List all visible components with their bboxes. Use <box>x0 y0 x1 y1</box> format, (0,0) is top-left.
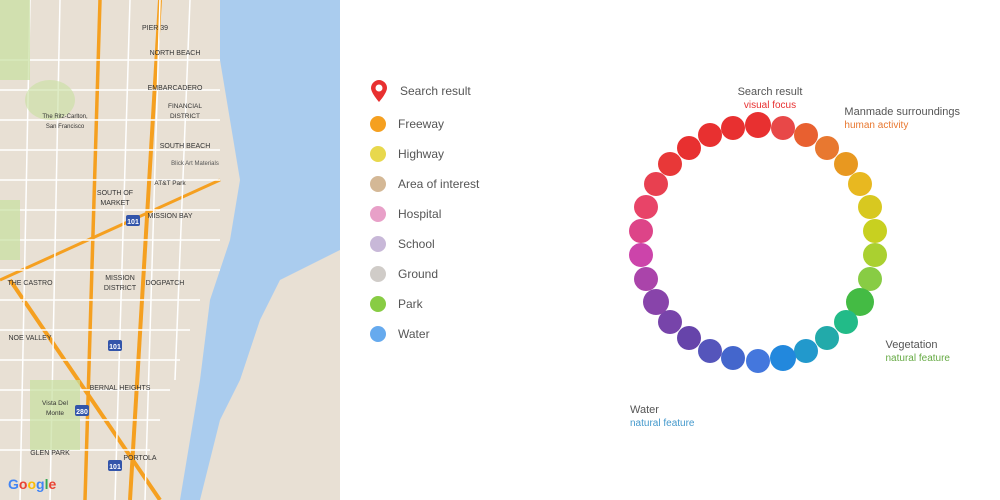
wheel-dot <box>745 112 771 138</box>
svg-text:101: 101 <box>127 219 139 226</box>
svg-text:SOUTH BEACH: SOUTH BEACH <box>160 143 211 150</box>
legend-item-hospital: Hospital <box>370 206 530 222</box>
highway-dot <box>370 146 386 162</box>
wheel-dot <box>721 346 745 370</box>
svg-text:SOUTH OF: SOUTH OF <box>97 190 133 197</box>
wheel-dot <box>863 219 887 243</box>
wheel-dot <box>794 339 818 363</box>
wheel-dot <box>794 123 818 147</box>
svg-text:MISSION BAY: MISSION BAY <box>148 213 193 220</box>
svg-text:GLEN PARK: GLEN PARK <box>30 450 70 457</box>
svg-text:DISTRICT: DISTRICT <box>170 113 200 120</box>
svg-text:NOE VALLEY: NOE VALLEY <box>8 335 51 342</box>
legend-label-hospital: Hospital <box>398 207 441 221</box>
svg-text:DISTRICT: DISTRICT <box>104 285 137 292</box>
svg-text:PIER 39: PIER 39 <box>142 25 168 32</box>
legend-label-highway: Highway <box>398 147 444 161</box>
wheel-dot <box>721 116 745 140</box>
wheel-dot <box>677 136 701 160</box>
legend-item-area-of-interest: Area of interest <box>370 176 530 192</box>
hospital-dot <box>370 206 386 222</box>
wheel-dot <box>698 339 722 363</box>
wheel-dot <box>815 326 839 350</box>
svg-text:AT&T Park: AT&T Park <box>154 180 186 187</box>
search-result-wheel-label: Search result visual focus <box>738 85 803 112</box>
wheel-dot <box>677 326 701 350</box>
svg-text:BERNAL HEIGHTS: BERNAL HEIGHTS <box>90 385 151 392</box>
map-svg: PIER 39 NORTH BEACH EMBARCADERO FINANCIA… <box>0 0 340 500</box>
legend-item-freeway: Freeway <box>370 116 530 132</box>
vegetation-wheel-label: Vegetation natural feature <box>886 338 951 365</box>
wheel-dot <box>863 243 887 267</box>
right-panel: Search result Freeway Highway Area of in… <box>340 0 1000 500</box>
svg-text:THE CASTRO: THE CASTRO <box>7 280 53 287</box>
legend: Search result Freeway Highway Area of in… <box>370 20 530 490</box>
svg-text:MARKET: MARKET <box>100 200 130 207</box>
svg-text:101: 101 <box>109 344 121 351</box>
ground-dot <box>370 266 386 282</box>
svg-text:280: 280 <box>76 409 88 416</box>
svg-text:PORTOLA: PORTOLA <box>123 455 157 462</box>
wheel-dot <box>643 289 669 315</box>
legend-label-area-of-interest: Area of interest <box>398 177 479 191</box>
legend-label-water: Water <box>398 327 430 341</box>
svg-text:101: 101 <box>109 464 121 471</box>
freeway-dot <box>370 116 386 132</box>
water-wheel-label: Water natural feature <box>630 403 695 430</box>
legend-label-park: Park <box>398 297 423 311</box>
manmade-wheel-label: Manmade surroundings human activity <box>844 105 960 132</box>
google-logo: Google <box>8 476 56 492</box>
wheel-dot <box>771 116 795 140</box>
legend-item-highway: Highway <box>370 146 530 162</box>
legend-label-search-result: Search result <box>400 84 471 98</box>
color-wheel: Search result visual focus Manmade surro… <box>610 95 930 415</box>
wheel-dot <box>848 172 872 196</box>
area-of-interest-dot <box>370 176 386 192</box>
legend-label-ground: Ground <box>398 267 438 281</box>
svg-text:FINANCIAL: FINANCIAL <box>168 103 202 110</box>
school-dot <box>370 236 386 252</box>
map-container: PIER 39 NORTH BEACH EMBARCADERO FINANCIA… <box>0 0 340 500</box>
wheel-dot <box>698 123 722 147</box>
search-result-pin-icon <box>370 80 388 102</box>
legend-item-ground: Ground <box>370 266 530 282</box>
wheel-dot <box>644 172 668 196</box>
wheel-dot <box>629 219 653 243</box>
water-dot <box>370 326 386 342</box>
wheel-dot <box>858 195 882 219</box>
wheel-dot <box>770 345 796 371</box>
wheel-dot <box>634 267 658 291</box>
legend-item-water: Water <box>370 326 530 342</box>
svg-text:EMBARCADERO: EMBARCADERO <box>148 85 203 92</box>
color-wheel-section: Search result visual focus Manmade surro… <box>550 20 990 490</box>
svg-text:The Ritz-Carlton,: The Ritz-Carlton, <box>42 114 88 120</box>
svg-text:San Francisco: San Francisco <box>46 124 85 130</box>
legend-label-school: School <box>398 237 435 251</box>
svg-text:Blick Art Materials: Blick Art Materials <box>171 161 219 167</box>
svg-text:Vista Del: Vista Del <box>42 400 68 407</box>
wheel-dot <box>629 243 653 267</box>
svg-text:NORTH BEACH: NORTH BEACH <box>150 50 201 57</box>
legend-item-school: School <box>370 236 530 252</box>
svg-text:MISSION: MISSION <box>105 275 135 282</box>
svg-text:DOGPATCH: DOGPATCH <box>146 280 185 287</box>
wheel-dot <box>634 195 658 219</box>
wheel-dot <box>746 349 770 373</box>
legend-item-park: Park <box>370 296 530 312</box>
park-dot <box>370 296 386 312</box>
wheel-dot <box>834 310 858 334</box>
svg-text:Monte: Monte <box>46 410 64 417</box>
wheel-dot <box>658 152 682 176</box>
legend-label-freeway: Freeway <box>398 117 444 131</box>
legend-item-search-result: Search result <box>370 80 530 102</box>
